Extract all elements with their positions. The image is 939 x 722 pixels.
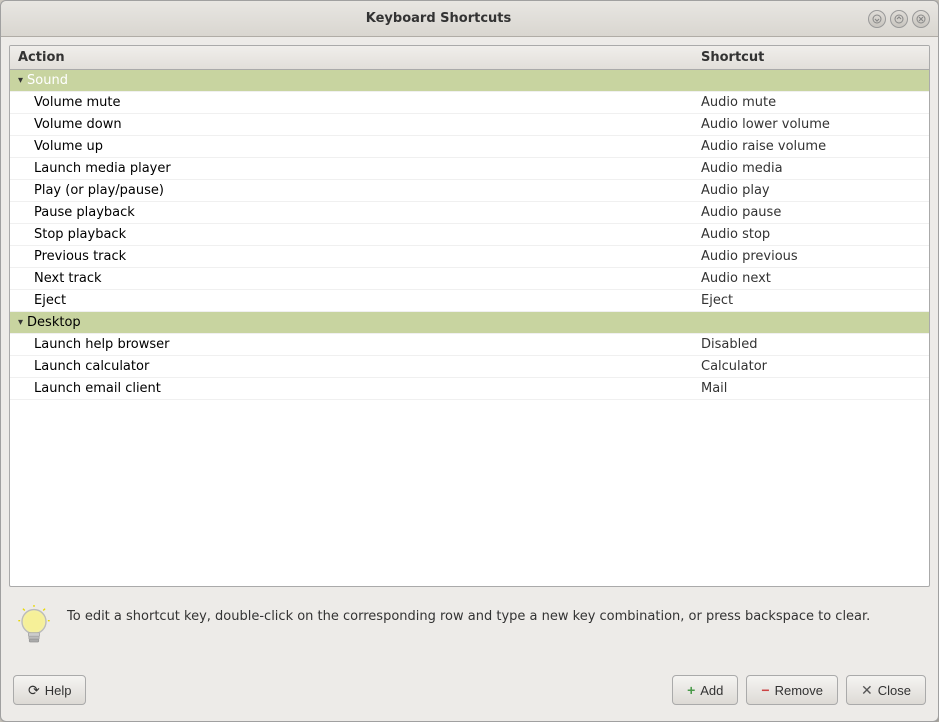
category-label: Desktop [27,315,81,330]
column-header-shortcut: Shortcut [701,50,921,65]
row-shortcut: Eject [701,293,921,308]
row-shortcut: Audio media [701,161,921,176]
table-row[interactable]: Play (or play/pause) Audio play [10,180,929,202]
row-action: Pause playback [18,205,701,220]
row-action: Previous track [18,249,701,264]
row-action: Launch help browser [18,337,701,352]
row-shortcut: Audio raise volume [701,139,921,154]
row-action: Launch email client [18,381,701,396]
row-action: Launch calculator [18,359,701,374]
add-icon: + [687,682,695,698]
close-dialog-button[interactable]: ✕ Close [846,675,926,705]
row-shortcut: Audio stop [701,227,921,242]
buttons-row: ⟳ Help + Add − Remove ✕ Close [9,671,930,713]
column-header-action: Action [18,50,701,65]
row-shortcut: Audio previous [701,249,921,264]
close-button[interactable] [912,10,930,28]
add-button-label: Add [700,683,723,698]
row-shortcut: Disabled [701,337,921,352]
help-button-label: Help [45,683,72,698]
lightbulb-icon [16,605,52,653]
row-action: Volume mute [18,95,701,110]
table-body[interactable]: ▾ Sound Volume mute Audio mute Volume do… [10,70,929,586]
row-shortcut: Audio play [701,183,921,198]
close-button-label: Close [878,683,911,698]
row-shortcut: Mail [701,381,921,396]
row-shortcut: Audio mute [701,95,921,110]
category-action: ▾ Desktop [18,315,701,330]
category-arrow-icon: ▾ [18,75,23,86]
table-row[interactable]: Stop playback Audio stop [10,224,929,246]
table-row[interactable]: Pause playback Audio pause [10,202,929,224]
table-header: Action Shortcut [10,46,929,70]
table-row[interactable]: Eject Eject [10,290,929,312]
row-action: Volume up [18,139,701,154]
table-row[interactable]: Launch calculator Calculator [10,356,929,378]
table-row[interactable]: Volume down Audio lower volume [10,114,929,136]
keyboard-shortcuts-window: Keyboard Shortcuts Action Shortcut [0,0,939,722]
remove-button-label: Remove [775,683,823,698]
buttons-left: ⟳ Help [13,675,86,705]
table-row[interactable]: Volume up Audio raise volume [10,136,929,158]
table-row[interactable]: Volume mute Audio mute [10,92,929,114]
category-shortcut [701,315,921,330]
row-action: Play (or play/pause) [18,183,701,198]
window-title: Keyboard Shortcuts [366,11,511,26]
row-shortcut: Calculator [701,359,921,374]
remove-button[interactable]: − Remove [746,675,838,705]
category-shortcut [701,73,921,88]
row-shortcut: Audio lower volume [701,117,921,132]
row-action: Launch media player [18,161,701,176]
shortcuts-table: Action Shortcut ▾ Sound Volume mute Audi… [9,45,930,587]
maximize-button[interactable] [890,10,908,28]
row-action: Next track [18,271,701,286]
buttons-right: + Add − Remove ✕ Close [672,675,926,705]
titlebar: Keyboard Shortcuts [1,1,938,37]
row-shortcut: Audio next [701,271,921,286]
help-icon: ⟳ [28,682,40,699]
category-arrow-icon: ▾ [18,317,23,328]
row-action: Volume down [18,117,701,132]
row-action: Eject [18,293,701,308]
info-box: To edit a shortcut key, double-click on … [9,595,930,663]
close-icon: ✕ [861,682,873,699]
table-row[interactable]: Launch help browser Disabled [10,334,929,356]
table-row[interactable]: Launch media player Audio media [10,158,929,180]
main-content: Action Shortcut ▾ Sound Volume mute Audi… [1,37,938,721]
table-row[interactable]: Launch email client Mail [10,378,929,400]
row-action: Stop playback [18,227,701,242]
titlebar-controls [868,10,930,28]
info-icon-container [13,603,55,655]
table-row[interactable]: ▾ Sound [10,70,929,92]
add-button[interactable]: + Add [672,675,738,705]
table-row[interactable]: Previous track Audio previous [10,246,929,268]
minimize-button[interactable] [868,10,886,28]
row-shortcut: Audio pause [701,205,921,220]
remove-icon: − [761,682,769,698]
table-row[interactable]: Next track Audio next [10,268,929,290]
category-label: Sound [27,73,68,88]
category-action: ▾ Sound [18,73,701,88]
table-row[interactable]: ▾ Desktop [10,312,929,334]
help-button[interactable]: ⟳ Help [13,675,86,705]
info-text: To edit a shortcut key, double-click on … [67,603,870,627]
